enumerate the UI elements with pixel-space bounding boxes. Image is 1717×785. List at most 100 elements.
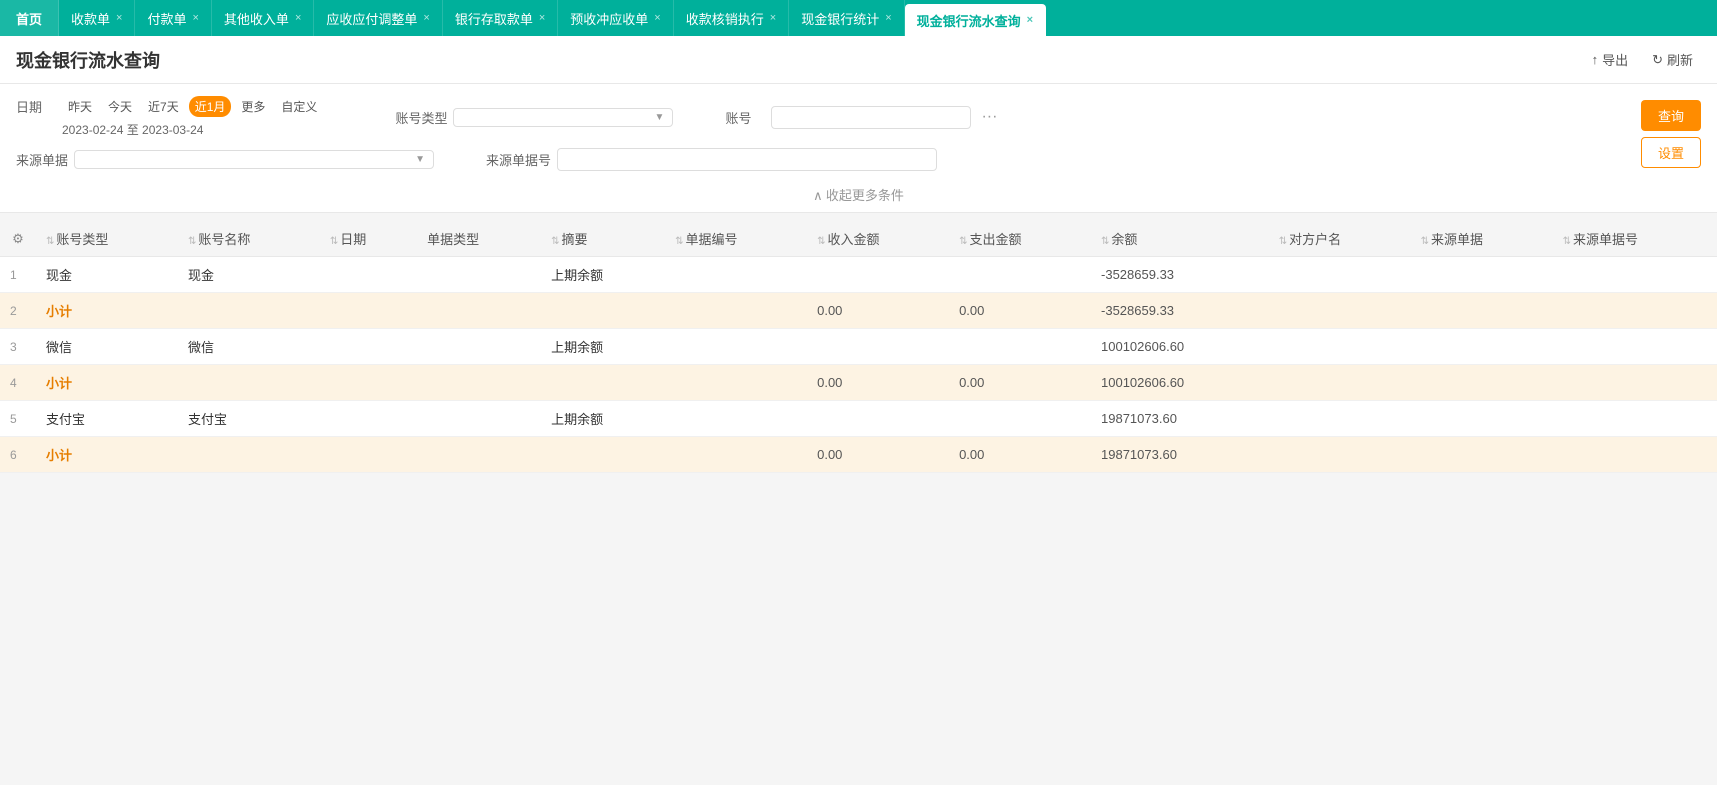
nav-tab-receipt-exec[interactable]: 收款核销执行× [674,0,789,36]
cell-counterpart [1269,257,1411,293]
close-icon[interactable]: × [295,12,301,24]
table-row: 6 小计 0.00 0.00 19871073.60 [0,437,1717,473]
refresh-button[interactable]: ↻ 刷新 [1644,46,1701,73]
cell-date [320,257,417,293]
cell-account-name [178,293,320,329]
account-no-input[interactable] [771,106,971,129]
cell-row-num: 4 [0,365,36,401]
cell-balance: 100102606.60 [1091,329,1269,365]
th-doc-type: 单据类型 [417,221,541,257]
query-button[interactable]: 查询 [1641,100,1701,131]
source-doc-select[interactable]: ▼ [74,150,434,169]
cell-doc-no [665,329,807,365]
chevron-down-icon: ▼ [415,154,425,165]
nav-tab-advance-writeoff[interactable]: 预收冲应收单× [558,0,673,36]
dots-button[interactable]: ··· [981,108,997,126]
cell-balance: -3528659.33 [1091,257,1269,293]
nav-tab-receipts[interactable]: 收款单× [59,0,135,36]
cell-summary: 上期余额 [541,257,665,293]
cell-row-num: 5 [0,401,36,437]
nav-tab-other-income[interactable]: 其他收入单× [212,0,314,36]
date-shortcut-today[interactable]: 今天 [102,96,138,117]
date-label: 日期 [16,97,56,116]
cell-income [807,401,949,437]
close-icon[interactable]: × [192,12,198,24]
th-settings: ⚙ [0,221,36,257]
collapse-bar[interactable]: ∧ 收起更多条件 [16,181,1701,212]
cell-doc-no [665,437,807,473]
cell-doc-type [417,293,541,329]
cell-source-doc [1411,401,1553,437]
cell-expense [949,329,1091,365]
table-row: 4 小计 0.00 0.00 100102606.60 [0,365,1717,401]
close-icon[interactable]: × [1027,14,1033,26]
date-shortcut-yesterday[interactable]: 昨天 [62,96,98,117]
th-date: ⇅日期 [320,221,417,257]
filter-row-1: 日期 昨天 今天 近7天 近1月 更多 自定义 2023-02-24 至 202… [16,96,1625,138]
date-shortcut-more[interactable]: 更多 [235,96,271,117]
cell-source-doc [1411,437,1553,473]
cell-row-num: 6 [0,437,36,473]
cell-account-name [178,365,320,401]
account-type-label: 账号类型 [395,108,447,127]
nav-tab-ar-ap-adjust[interactable]: 应收应付调整单× [314,0,442,36]
cell-income: 0.00 [807,437,949,473]
cell-account-name: 支付宝 [178,401,320,437]
cell-doc-no [665,257,807,293]
cell-summary: 上期余额 [541,329,665,365]
close-icon[interactable]: × [116,12,122,24]
cell-row-num: 1 [0,257,36,293]
th-account-name: ⇅账号名称 [178,221,320,257]
cell-account-name: 微信 [178,329,320,365]
close-icon[interactable]: × [539,12,545,24]
cell-doc-type [417,401,541,437]
export-button[interactable]: ↑ 导出 [1584,46,1637,73]
cell-source-doc-no [1553,329,1717,365]
close-icon[interactable]: × [654,12,660,24]
nav-tab-bank-deposit[interactable]: 银行存取款单× [443,0,558,36]
source-doc-no-label: 来源单据号 [486,150,551,169]
header-actions: ↑ 导出 ↻ 刷新 [1584,46,1701,73]
refresh-icon: ↻ [1652,52,1663,68]
cell-balance: -3528659.33 [1091,293,1269,329]
nav-tab-cash-bank-stats[interactable]: 现金银行统计× [789,0,904,36]
filter-area: 日期 昨天 今天 近7天 近1月 更多 自定义 2023-02-24 至 202… [0,84,1717,213]
cell-counterpart [1269,329,1411,365]
export-icon: ↑ [1592,52,1599,67]
close-icon[interactable]: × [770,12,776,24]
gear-icon[interactable]: ⚙ [12,231,24,246]
date-shortcut-custom[interactable]: 自定义 [275,96,323,117]
cell-source-doc [1411,365,1553,401]
nav-tab-payments[interactable]: 付款单× [135,0,211,36]
th-source-doc: ⇅来源单据 [1411,221,1553,257]
table-row: 3 微信 微信 上期余额 100102606.60 [0,329,1717,365]
cell-income [807,257,949,293]
cell-doc-type [417,365,541,401]
cell-source-doc-no [1553,257,1717,293]
filter-row-2: 来源单据 ▼ 来源单据号 [16,148,1625,171]
settings-button[interactable]: 设置 [1641,137,1701,168]
th-balance: ⇅余额 [1091,221,1269,257]
cell-doc-no [665,401,807,437]
cell-source-doc-no [1553,365,1717,401]
th-summary: ⇅摘要 [541,221,665,257]
cell-balance: 19871073.60 [1091,437,1269,473]
account-type-select[interactable]: ▼ [453,108,673,127]
table-row: 5 支付宝 支付宝 上期余额 19871073.60 [0,401,1717,437]
close-icon[interactable]: × [423,12,429,24]
source-doc-label: 来源单据 [16,150,68,169]
date-shortcut-7days[interactable]: 近7天 [142,96,185,117]
close-icon[interactable]: × [885,12,891,24]
cell-income: 0.00 [807,365,949,401]
cell-expense [949,257,1091,293]
nav-tab-cash-bank-flow[interactable]: 现金银行流水查询× [905,4,1046,36]
date-shortcut-1month[interactable]: 近1月 [189,96,232,117]
top-navigation: 首页 收款单× 付款单× 其他收入单× 应收应付调整单× 银行存取款单× 预收冲… [0,0,1717,36]
page-title: 现金银行流水查询 [16,47,160,73]
nav-home[interactable]: 首页 [0,0,59,36]
source-doc-no-input[interactable] [557,148,937,171]
cell-summary: 上期余额 [541,401,665,437]
cell-summary [541,365,665,401]
cell-expense: 0.00 [949,437,1091,473]
cell-source-doc [1411,293,1553,329]
